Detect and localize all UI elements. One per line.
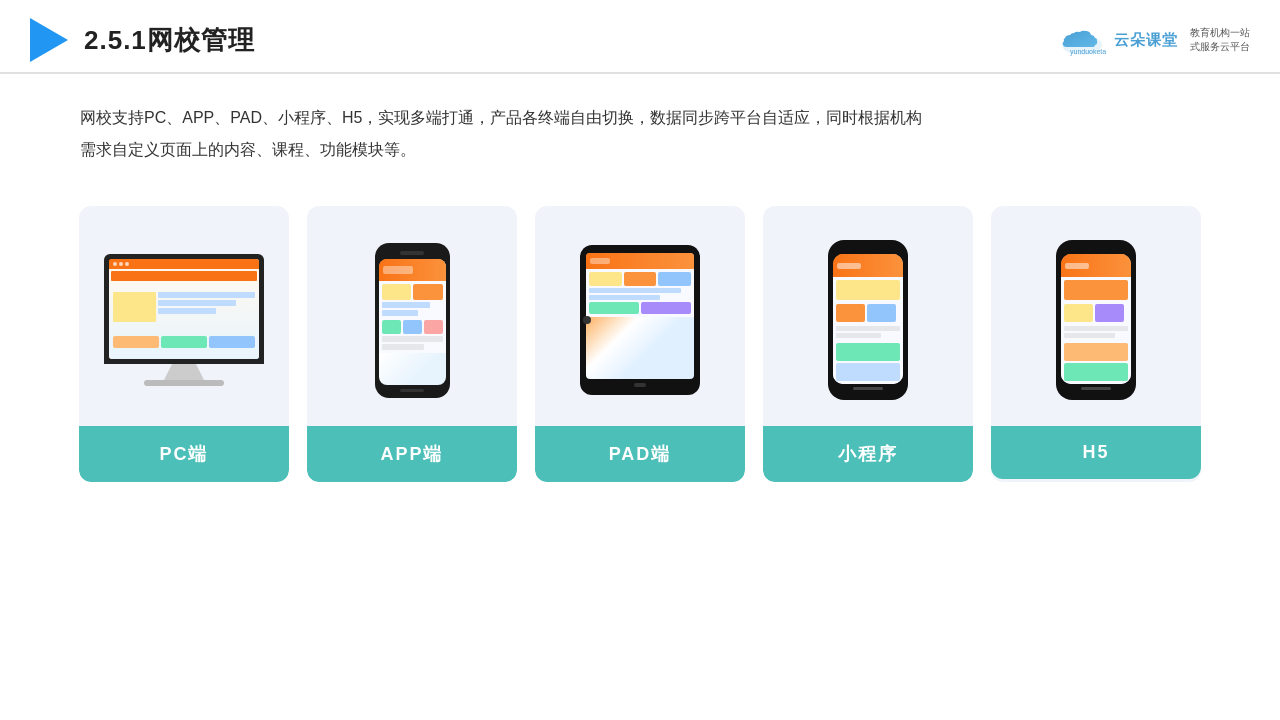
card-h5: H5 xyxy=(991,206,1201,482)
pc-monitor-icon xyxy=(104,254,264,386)
pc-device-area xyxy=(79,206,289,426)
h5-phone-icon xyxy=(1056,240,1136,400)
logo-triangle-icon xyxy=(30,18,68,62)
miniapp-device-area xyxy=(763,206,973,426)
pc-card-label: PC端 xyxy=(79,426,289,482)
page-title: 2.5.1网校管理 xyxy=(84,23,255,58)
brand-text-block: 云朵课堂 xyxy=(1114,31,1178,50)
h5-card-label: H5 xyxy=(991,426,1201,479)
h5-device-area xyxy=(991,206,1201,426)
app-card-label: APP端 xyxy=(307,426,517,482)
cloud-icon: yunduoketang.com xyxy=(1058,23,1106,57)
app-device-area xyxy=(307,206,517,426)
brand-logo: yunduoketang.com xyxy=(1058,23,1106,57)
header-right: yunduoketang.com 云朵课堂 教育机构一站 式服务云平台 xyxy=(1058,23,1250,57)
description-text: 网校支持PC、APP、PAD、小程序、H5，实现多端打通，产品各终端自由切换，数… xyxy=(80,109,922,158)
card-pad: PAD端 xyxy=(535,206,745,482)
brand-name: 云朵课堂 xyxy=(1114,31,1178,50)
pad-device-area xyxy=(535,206,745,426)
miniapp-phone-icon xyxy=(828,240,908,400)
miniapp-card-label: 小程序 xyxy=(763,426,973,482)
brand-slogan: 教育机构一站 式服务云平台 xyxy=(1190,26,1250,54)
card-app: APP端 xyxy=(307,206,517,482)
card-pc: PC端 xyxy=(79,206,289,482)
header: 2.5.1网校管理 yunduoketang.com 云朵课堂 教育机构一站 式… xyxy=(0,0,1280,74)
svg-text:yunduoketang.com: yunduoketang.com xyxy=(1070,48,1106,56)
card-miniapp: 小程序 xyxy=(763,206,973,482)
pad-card-label: PAD端 xyxy=(535,426,745,482)
cards-container: PC端 xyxy=(0,176,1280,502)
description: 网校支持PC、APP、PAD、小程序、H5，实现多端打通，产品各终端自由切换，数… xyxy=(0,74,1280,176)
header-left: 2.5.1网校管理 xyxy=(30,18,255,62)
app-phone-icon xyxy=(375,243,450,398)
tablet-icon xyxy=(580,245,700,395)
